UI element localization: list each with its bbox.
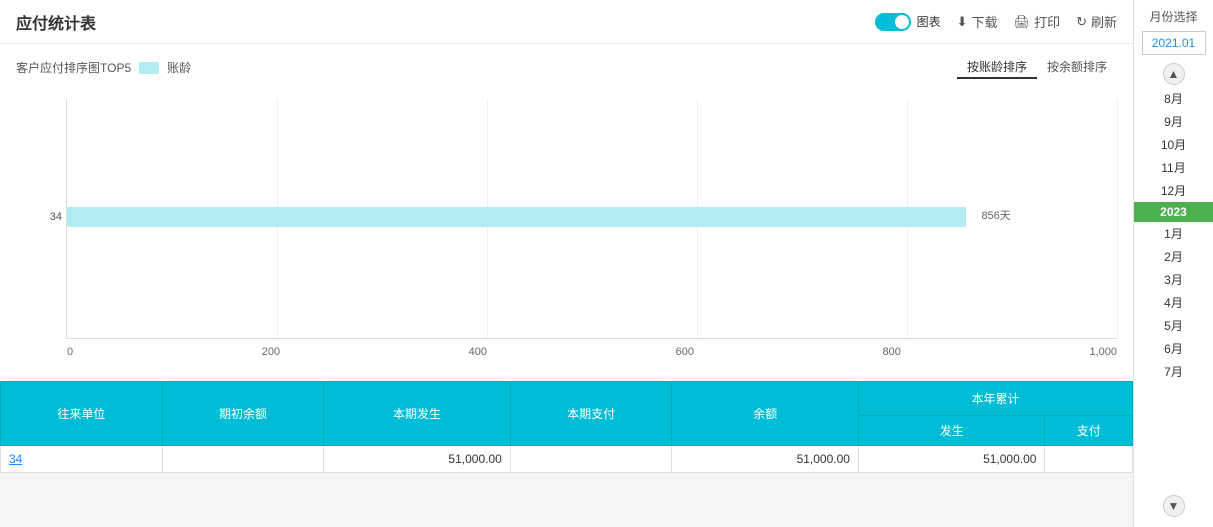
year-input[interactable] [1142, 31, 1206, 55]
year-marker-2023[interactable]: 2023 [1134, 202, 1213, 222]
data-table: 往来单位 期初余额 本期发生 本期支付 余额 本年累计 发生 支付 34 51,… [0, 381, 1133, 473]
refresh-icon: ↻ [1076, 14, 1087, 30]
print-icon: 🖨 [1014, 14, 1031, 30]
header-actions: 图表 ⬇ 下载 🖨 打印 ↻ 刷新 [875, 12, 1117, 31]
chart-legend-text: 账龄 [167, 59, 191, 76]
sidebar-label: 月份选择 [1149, 8, 1197, 25]
chart-bars-container: 34 856天 0 200 400 600 800 1,000 [66, 99, 1117, 339]
cell-unit[interactable]: 34 [1, 446, 163, 473]
print-button[interactable]: 🖨 打印 [1014, 12, 1061, 31]
bar-row-1: 34 856天 [67, 207, 1117, 227]
table-body: 34 51,000.00 51,000.00 51,000.00 [1, 446, 1133, 473]
scroll-up-button[interactable]: ▲ [1163, 63, 1185, 85]
scroll-down-button[interactable]: ▼ [1163, 495, 1185, 517]
sort-by-age-button[interactable]: 按账龄排序 [957, 56, 1037, 79]
x-label-200: 200 [262, 346, 280, 358]
legend-color-box [139, 62, 159, 74]
col-unit-header: 往来单位 [1, 382, 163, 446]
x-label-1000: 1,000 [1089, 346, 1117, 358]
month-list: 8月 9月 10月 11月 12月 2023 1月 2月 3月 4月 5月 6月… [1134, 87, 1213, 493]
bar-1: 856天 [67, 207, 966, 227]
chart-area: 34 856天 0 200 400 600 800 1,000 [16, 89, 1117, 369]
col-benzhifu-header: 本期支付 [510, 382, 672, 446]
col-yue-header: 余额 [672, 382, 859, 446]
chart-toggle[interactable]: 图表 [875, 13, 941, 31]
month-item-12[interactable]: 12月 [1134, 179, 1213, 202]
month-item-2[interactable]: 2月 [1134, 245, 1213, 268]
chart-top-label: 客户应付排序图TOP5 [16, 59, 131, 76]
month-item-10[interactable]: 10月 [1134, 133, 1213, 156]
col-benfasheng-header: 本期发生 [324, 382, 511, 446]
refresh-button[interactable]: ↻ 刷新 [1076, 12, 1117, 31]
col-qichu-header: 期初余额 [162, 382, 324, 446]
col-nianlei-header: 本年累计 [858, 382, 1132, 416]
cell-qichu [162, 446, 324, 473]
page-title: 应付统计表 [16, 10, 96, 34]
download-icon: ⬇ [957, 14, 968, 30]
page-header: 应付统计表 图表 ⬇ 下载 🖨 打印 ↻ 刷新 [0, 0, 1133, 44]
month-item-11[interactable]: 11月 [1134, 156, 1213, 179]
table-header-row: 往来单位 期初余额 本期发生 本期支付 余额 本年累计 [1, 382, 1133, 416]
download-button[interactable]: ⬇ 下载 [957, 12, 998, 31]
col-nianlei-fasheng-header: 发生 [858, 416, 1045, 446]
bar-y-label: 34 [32, 211, 62, 223]
grid-line-5 [1117, 99, 1118, 338]
bar-end-label: 856天 [981, 207, 1010, 223]
month-item-7[interactable]: 7月 [1134, 360, 1213, 383]
month-item-9[interactable]: 9月 [1134, 110, 1213, 133]
month-item-1[interactable]: 1月 [1134, 222, 1213, 245]
col-nianlei-zhifu-header: 支付 [1045, 416, 1133, 446]
chart-x-labels: 0 200 400 600 800 1,000 [67, 346, 1117, 358]
cell-benzhifu [510, 446, 672, 473]
cell-nianlei-zhifu [1045, 446, 1133, 473]
right-sidebar: 月份选择 ▲ 8月 9月 10月 11月 12月 2023 1月 2月 3月 4… [1133, 0, 1213, 527]
x-label-600: 600 [676, 346, 694, 358]
chart-legend: 客户应付排序图TOP5 账龄 [16, 59, 191, 76]
sort-by-balance-button[interactable]: 按余额排序 [1037, 56, 1117, 79]
cell-yue: 51,000.00 [672, 446, 859, 473]
chart-section: 客户应付排序图TOP5 账龄 按账龄排序 按余额排序 [0, 44, 1133, 381]
x-label-0: 0 [67, 346, 73, 358]
x-label-400: 400 [469, 346, 487, 358]
x-label-800: 800 [883, 346, 901, 358]
cell-nianlei-fasheng: 51,000.00 [858, 446, 1045, 473]
month-item-4[interactable]: 4月 [1134, 291, 1213, 314]
month-item-8[interactable]: 8月 [1134, 87, 1213, 110]
month-item-3[interactable]: 3月 [1134, 268, 1213, 291]
table-section: 往来单位 期初余额 本期发生 本期支付 余额 本年累计 发生 支付 34 51,… [0, 381, 1133, 527]
chart-toggle-label: 图表 [917, 13, 941, 30]
chart-sort-buttons: 按账龄排序 按余额排序 [957, 56, 1117, 79]
month-item-6[interactable]: 6月 [1134, 337, 1213, 360]
cell-benfasheng: 51,000.00 [324, 446, 511, 473]
table-row: 34 51,000.00 51,000.00 51,000.00 [1, 446, 1133, 473]
toggle-switch[interactable] [875, 13, 911, 31]
month-item-5[interactable]: 5月 [1134, 314, 1213, 337]
chart-header: 客户应付排序图TOP5 账龄 按账龄排序 按余额排序 [16, 56, 1117, 79]
